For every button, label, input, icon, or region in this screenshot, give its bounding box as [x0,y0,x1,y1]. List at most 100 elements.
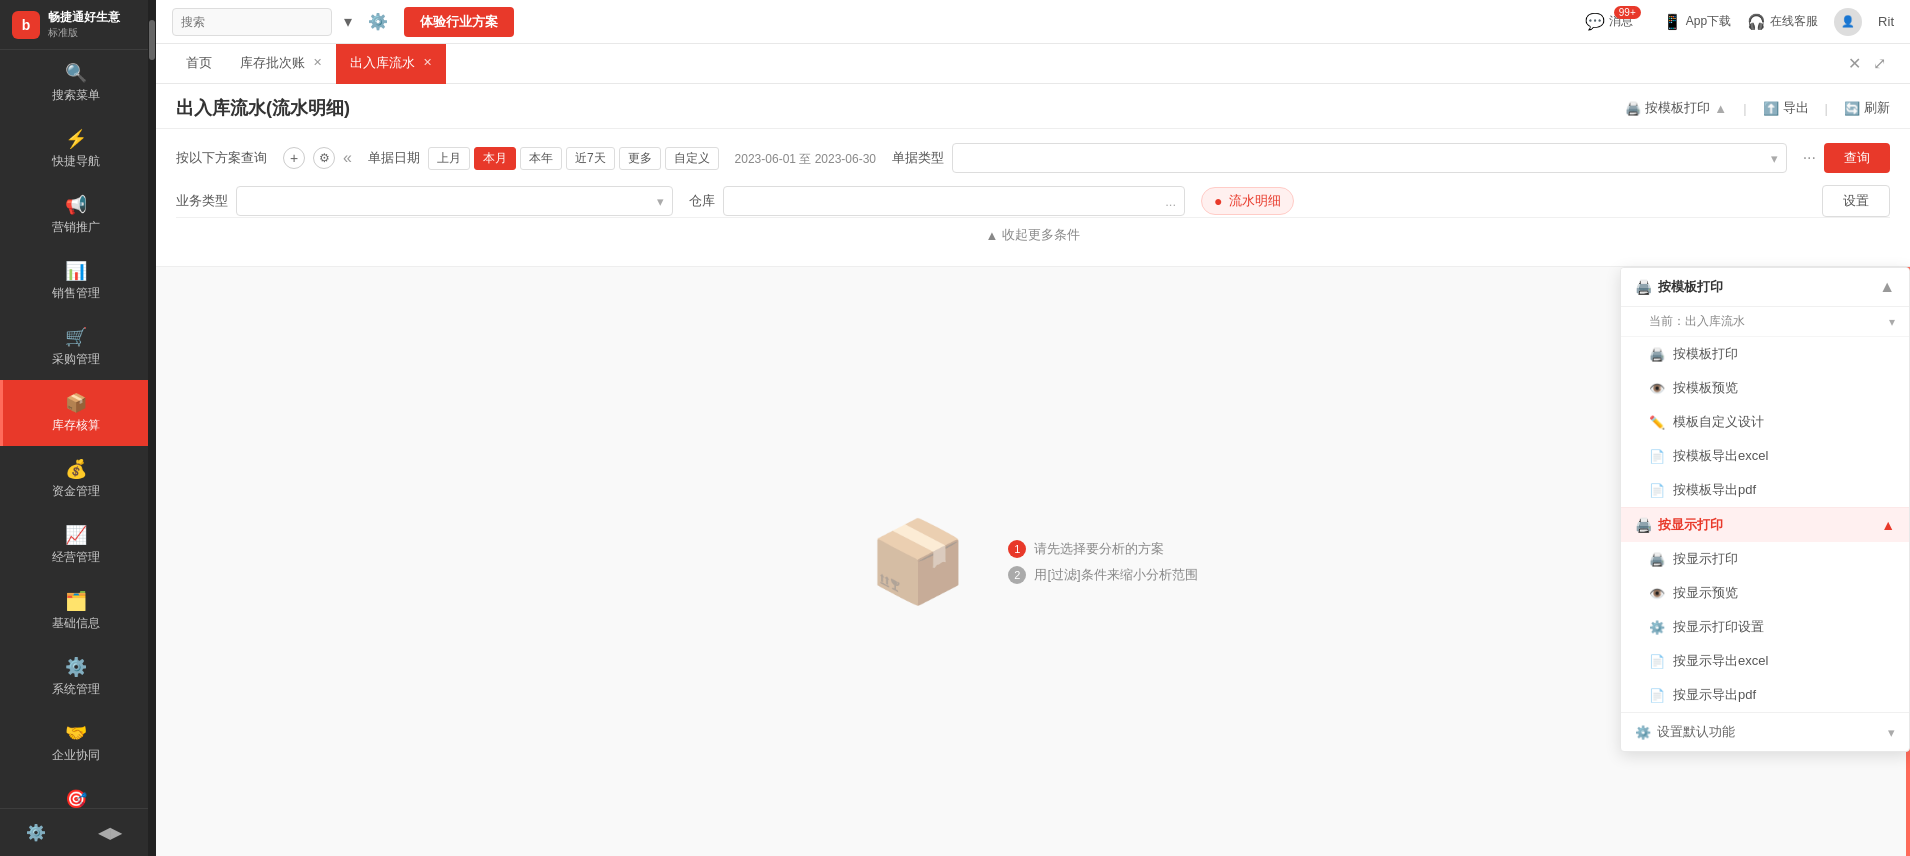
flow-tag[interactable]: ● 流水明细 [1201,187,1293,215]
close-window-btn[interactable]: ✕ [1848,54,1861,73]
app-download-btn[interactable]: 📱 App下载 [1663,13,1731,31]
dropdown-panel: 🖨️ 按模板打印 ▲ 当前：出入库流水 ▾ 🖨️ 按模板打印 👁️ [1620,267,1910,752]
type-filter-label: 单据类型 [892,149,944,167]
sidebar-label-inventory: 库存核算 [52,417,100,434]
date-btn-custom[interactable]: 自定义 [665,147,719,170]
finance-icon: 💰 [65,458,87,480]
template-pdf-icon: 📄 [1649,483,1665,498]
date-btn-7days[interactable]: 近7天 [566,147,615,170]
settings-bottom-btn[interactable]: ⚙️ [18,819,54,846]
dropdown-item-display-print[interactable]: 🖨️ 按显示打印 [1621,542,1909,576]
more-options-btn[interactable]: ··· [1803,149,1816,167]
sidebar-bottom: ⚙️ ◀▶ [0,808,148,856]
date-btn-this-year[interactable]: 本年 [520,147,562,170]
notification-btn[interactable]: 💬 消息 99+ [1585,12,1633,31]
date-btn-last-month[interactable]: 上月 [428,147,470,170]
dropdown-item-template-print[interactable]: 🖨️ 按模板打印 [1621,337,1909,371]
sidebar-label-cooperation: 企业协同 [52,747,100,764]
template-print-icon: 🖨️ [1649,347,1665,362]
sidebar-item-system[interactable]: ⚙️系统管理 [0,644,148,710]
filter-add-btn[interactable]: + [283,147,305,169]
sidebar-item-purchase[interactable]: 🛒采购管理 [0,314,148,380]
collapse-more-btn[interactable]: ▲ 收起更多条件 [176,217,1890,252]
sidebar-item-inventory[interactable]: 📦 库存核算 [0,380,148,446]
tab-batch[interactable]: 库存批次账 ✕ [226,44,336,84]
set-default-text: 设置默认功能 [1657,723,1735,741]
dropdown-item-display-settings[interactable]: ⚙️ 按显示打印设置 [1621,610,1909,644]
tab-batch-close[interactable]: ✕ [313,56,322,69]
expand-window-btn[interactable]: ⤢ [1873,54,1886,73]
export-btn[interactable]: ⬆️ 导出 [1763,99,1809,117]
sales-icon: 📊 [65,260,87,282]
dropdown-item-display-preview[interactable]: 👁️ 按显示预览 [1621,576,1909,610]
page-actions: 🖨️ 按模板打印 ▲ | ⬆️ 导出 | 🔄 刷新 [1625,99,1890,117]
user-avatar[interactable]: 👤 [1834,8,1862,36]
topbar-dropdown-icon[interactable]: ▾ [340,8,356,35]
filter-row-1: 按以下方案查询 + ⚙ « 单据日期 上月 本月 本年 近7天 更多 自定义 [176,143,1890,173]
print-template-btn[interactable]: 🖨️ 按模板打印 ▲ [1625,99,1727,117]
shortcut-icon: ⚡ [65,128,87,150]
topbar-settings-icon[interactable]: ⚙️ [364,8,392,35]
operations-icon: 📈 [65,524,87,546]
empty-steps: 1 请先选择要分析的方案 2 用[过滤]条件来缩小分析范围 [1008,540,1197,584]
type-filter-select[interactable]: ▾ [952,143,1787,173]
dropdown-section-display[interactable]: 🖨️ 按显示打印 ▲ [1621,507,1909,542]
topbar-search-area: ▾ ⚙️ [172,8,392,36]
collapse-up-icon: ▲ [986,228,999,243]
page-header: 出入库流水(流水明细) 🖨️ 按模板打印 ▲ | ⬆️ 导出 | 🔄 刷新 [156,84,1910,129]
filter-collapse-btn[interactable]: « [343,149,352,167]
sidebar-item-operations[interactable]: 📈 经营管理 [0,512,148,578]
warehouse-more-btn[interactable]: ... [1165,194,1176,209]
guide-icon: 🎯 [65,788,87,808]
topbar-search-input[interactable] [172,8,332,36]
inventory-icon: 📦 [65,392,87,414]
filter-settings-btn[interactable]: ⚙ [313,147,335,169]
date-btn-this-month[interactable]: 本月 [474,147,516,170]
dropdown-item-display-excel[interactable]: 📄 按显示导出excel [1621,644,1909,678]
flow-tag-text: 流水明细 [1229,192,1281,210]
tab-flow-close[interactable]: ✕ [423,56,432,69]
dropdown-item-template-pdf[interactable]: 📄 按模板导出pdf [1621,473,1909,507]
display-section-arrow: ▲ [1881,517,1895,533]
filter-action-btns: + ⚙ « [283,147,352,169]
dropdown-collapse-btn[interactable]: ▲ [1879,278,1895,296]
warehouse-select[interactable]: ... [723,186,1186,216]
refresh-icon: 🔄 [1844,101,1860,116]
sidebar-item-shortcut[interactable]: ⚡快捷导航 [0,116,148,182]
user-name[interactable]: Rit [1878,14,1894,29]
sidebar-item-guide[interactable]: 🎯新手引导 [0,776,148,808]
date-filter-label: 单据日期 [368,149,420,167]
sidebar-label-marketing: 营销推广 [52,219,100,236]
sidebar-item-cooperation[interactable]: 🤝企业协同 [0,710,148,776]
system-icon: ⚙️ [65,656,87,678]
sidebar-item-finance[interactable]: 💰资金管理 [0,446,148,512]
tab-flow[interactable]: 出入库流水 ✕ [336,44,446,84]
sidebar-item-sales[interactable]: 📊销售管理 [0,248,148,314]
tab-home[interactable]: 首页 [172,44,226,84]
set-default-arrow: ▾ [1888,725,1895,740]
logo-area: b 畅捷通好生意 标准版 [0,0,148,50]
dropdown-item-template-customize[interactable]: ✏️ 模板自定义设计 [1621,405,1909,439]
dropdown-item-template-excel[interactable]: 📄 按模板导出excel [1621,439,1909,473]
dropdown-item-display-pdf[interactable]: 📄 按显示导出pdf [1621,678,1909,712]
dropdown-set-default[interactable]: ⚙️ 设置默认功能 ▾ [1621,712,1909,751]
sidebar-item-marketing[interactable]: 📢营销推广 [0,182,148,248]
dropdown-item-template-preview[interactable]: 👁️ 按模板预览 [1621,371,1909,405]
online-service-btn[interactable]: 🎧 在线客服 [1747,13,1818,31]
search-icon: 🔍 [65,62,87,84]
print-icon: 🖨️ [1625,101,1641,116]
settings-btn[interactable]: 设置 [1822,185,1890,217]
sidebar-item-search[interactable]: 🔍搜索菜单 [0,50,148,116]
sidebar: b 畅捷通好生意 标准版 🔍搜索菜单⚡快捷导航📢营销推广📊销售管理🛒采购管理 📦 库… [0,0,148,856]
query-btn[interactable]: 查询 [1824,143,1890,173]
business-type-filter: 业务类型 ▾ [176,186,673,216]
business-type-select[interactable]: ▾ [236,186,673,216]
sidebar-label-operations: 经营管理 [52,549,100,566]
sidebar-nav: 🔍搜索菜单⚡快捷导航📢营销推广📊销售管理🛒采购管理 📦 库存核算 💰资金管理 📈 经营管理… [0,50,148,808]
industry-solution-btn[interactable]: 体验行业方案 [404,7,514,37]
refresh-btn[interactable]: 🔄 刷新 [1844,99,1890,117]
sidebar-item-basic[interactable]: 🗂️基础信息 [0,578,148,644]
help-bottom-btn[interactable]: ◀▶ [90,819,130,846]
date-btn-more[interactable]: 更多 [619,147,661,170]
print-dropdown-arrow[interactable]: ▲ [1714,101,1727,116]
